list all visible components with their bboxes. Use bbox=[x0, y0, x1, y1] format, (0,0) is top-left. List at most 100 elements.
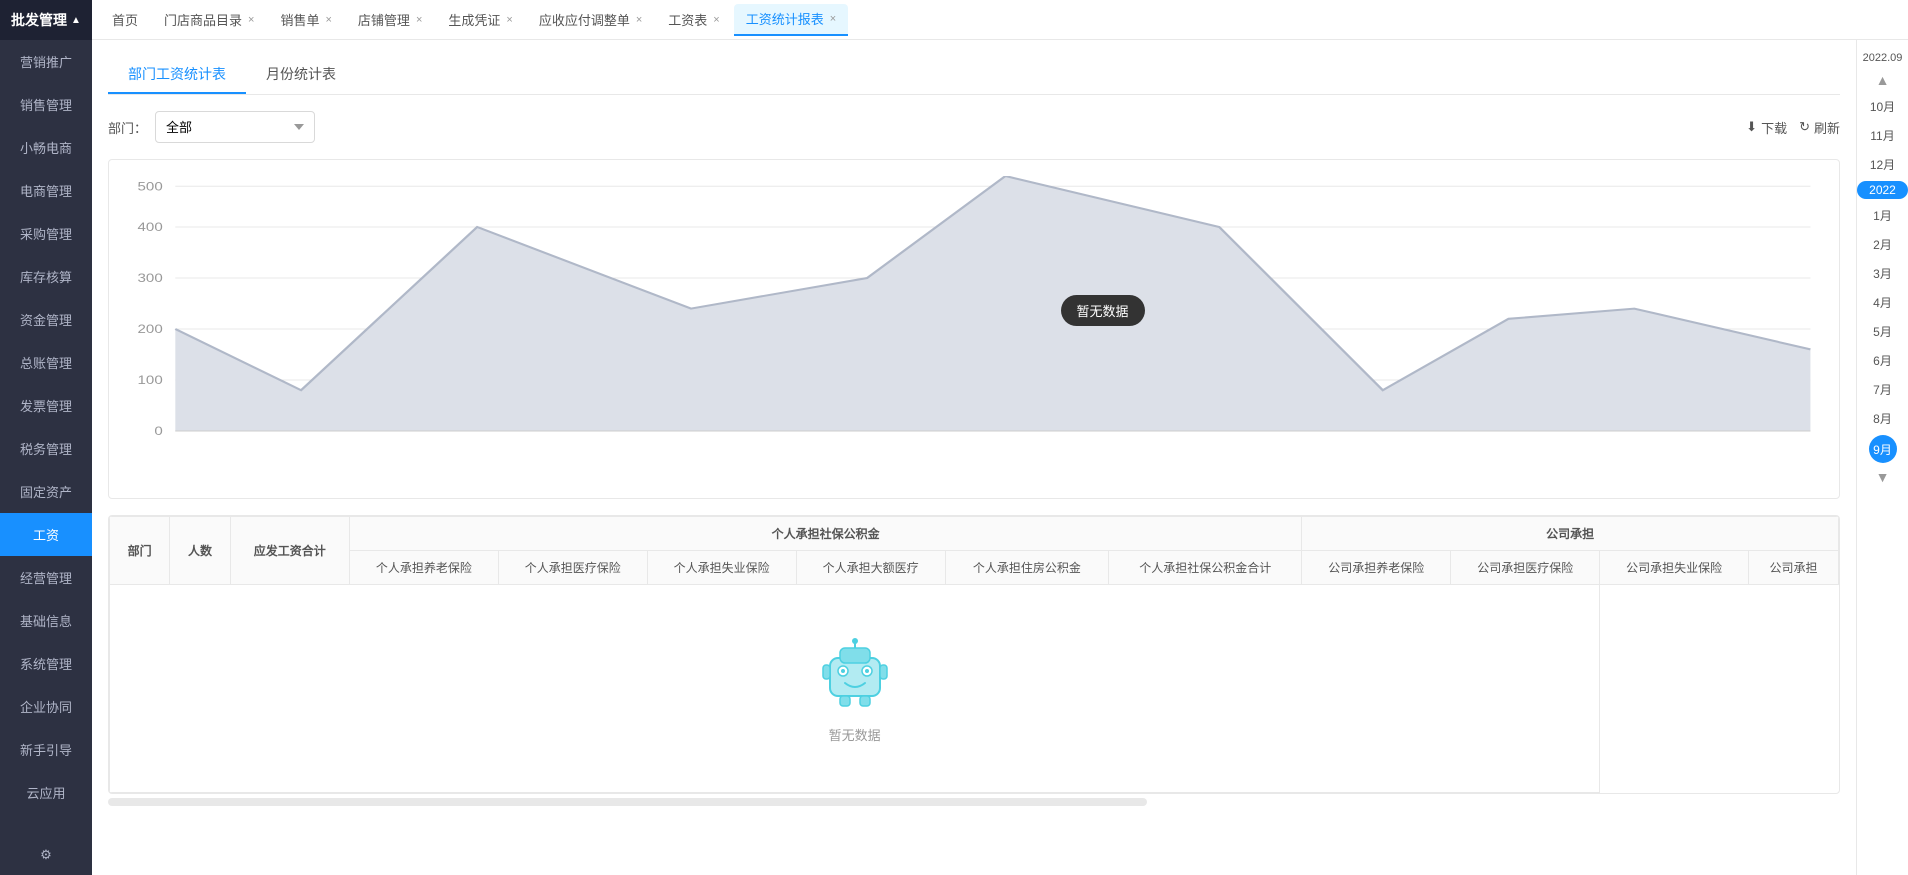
sidebar-item-营销推广[interactable]: 营销推广 bbox=[0, 40, 92, 83]
sidebar-item-销售管理[interactable]: 销售管理 bbox=[0, 83, 92, 126]
tab-close-icon[interactable]: × bbox=[636, 14, 642, 26]
sidebar-item-工资[interactable]: 工资 bbox=[0, 513, 92, 556]
date-month-3月[interactable]: 3月 bbox=[1857, 259, 1908, 288]
tab-label: 工资统计报表 bbox=[746, 9, 824, 28]
date-month-active[interactable]: 9月 bbox=[1869, 435, 1897, 463]
date-month-11月[interactable]: 11月 bbox=[1857, 121, 1908, 150]
tab-生成凭证[interactable]: 生成凭证 × bbox=[436, 4, 524, 36]
sidebar-item-经营管理[interactable]: 经营管理 bbox=[0, 556, 92, 599]
svg-text:400: 400 bbox=[138, 220, 164, 233]
toolbar: 部门： 全部 ⬇ 下载 ↻ 刷新 bbox=[108, 111, 1840, 143]
sidebar-item-总账管理[interactable]: 总账管理 bbox=[0, 341, 92, 384]
date-month-2月[interactable]: 2月 bbox=[1857, 230, 1908, 259]
content-area: 部门工资统计表月份统计表 部门： 全部 ⬇ 下载 bbox=[92, 40, 1908, 875]
tab-label: 门店商品目录 bbox=[164, 10, 242, 29]
refresh-label: 刷新 bbox=[1814, 118, 1840, 137]
col-group-company: 公司承担 bbox=[1302, 517, 1839, 551]
dept-select[interactable]: 全部 bbox=[155, 111, 315, 143]
sidebar-header[interactable]: 批发管理 ▲ bbox=[0, 0, 92, 40]
tab-label: 首页 bbox=[112, 10, 138, 29]
svg-text:500: 500 bbox=[138, 180, 164, 193]
col-company-medical: 公司承担医疗保险 bbox=[1451, 551, 1600, 585]
sidebar-title: 批发管理 bbox=[11, 10, 67, 30]
empty-text: 暂无数据 bbox=[829, 725, 881, 744]
date-month-10月[interactable]: 10月 bbox=[1857, 92, 1908, 121]
tab-label: 应收应付调整单 bbox=[539, 10, 630, 29]
date-month-5月[interactable]: 5月 bbox=[1857, 317, 1908, 346]
sidebar-item-固定资产[interactable]: 固定资产 bbox=[0, 470, 92, 513]
col-personal-medical: 个人承担医疗保险 bbox=[498, 551, 647, 585]
sidebar-item-云应用[interactable]: 云应用 bbox=[0, 771, 92, 814]
sidebar-item-发票管理[interactable]: 发票管理 bbox=[0, 384, 92, 427]
tab-销售单[interactable]: 销售单 × bbox=[268, 4, 343, 36]
date-month-7月[interactable]: 7月 bbox=[1857, 375, 1908, 404]
sidebar-item-基础信息[interactable]: 基础信息 bbox=[0, 599, 92, 642]
inner-page: 部门工资统计表月份统计表 部门： 全部 ⬇ 下载 bbox=[92, 40, 1856, 875]
col-personal-unemployment: 个人承担失业保险 bbox=[647, 551, 796, 585]
tab-label: 生成凭证 bbox=[448, 10, 500, 29]
svg-text:100: 100 bbox=[138, 373, 164, 386]
date-panel: 2022.09▲10月11月12月 2022 1月2月3月4月5月6月7月8月9月▼ bbox=[1856, 40, 1908, 875]
sidebar-item-采购管理[interactable]: 采购管理 bbox=[0, 212, 92, 255]
sidebar-footer-settings[interactable]: ⚙ bbox=[0, 835, 92, 875]
tab-close-icon[interactable]: × bbox=[830, 13, 836, 25]
tab-close-icon[interactable]: × bbox=[248, 14, 254, 26]
tab-应收应付调整单[interactable]: 应收应付调整单 × bbox=[527, 4, 654, 36]
empty-state: 暂无数据 bbox=[122, 593, 1587, 784]
sidebar-item-资金管理[interactable]: 资金管理 bbox=[0, 298, 92, 341]
svg-text:0: 0 bbox=[154, 424, 163, 437]
tab-首页[interactable]: 首页 bbox=[100, 4, 150, 36]
sub-tabs: 部门工资统计表月份统计表 bbox=[108, 56, 1840, 95]
empty-state-cell: 暂无数据 bbox=[110, 585, 1600, 793]
refresh-button[interactable]: ↻ 刷新 bbox=[1799, 118, 1840, 137]
sub-tab-部门工资统计表[interactable]: 部门工资统计表 bbox=[108, 56, 246, 94]
sidebar-arrow-icon: ▲ bbox=[71, 15, 81, 26]
sidebar-item-系统管理[interactable]: 系统管理 bbox=[0, 642, 92, 685]
sidebar-item-电商管理[interactable]: 电商管理 bbox=[0, 169, 92, 212]
tab-bar: 首页门店商品目录×销售单×店铺管理×生成凭证×应收应付调整单×工资表×工资统计报… bbox=[92, 0, 1908, 40]
date-month-1月[interactable]: 1月 bbox=[1857, 201, 1908, 230]
tab-门店商品目录[interactable]: 门店商品目录 × bbox=[152, 4, 266, 36]
chart-tooltip: 暂无数据 bbox=[1061, 295, 1145, 326]
date-nav-up[interactable]: ▲ bbox=[1872, 68, 1894, 92]
page-content: 部门工资统计表月份统计表 部门： 全部 ⬇ 下载 bbox=[92, 40, 1856, 875]
chart-svg: 0 100 200 300 400 500 bbox=[125, 176, 1823, 482]
svg-text:200: 200 bbox=[138, 322, 164, 335]
table-container: 部门 人数 应发工资合计 个人承担社保公积金 公司承担 个人承担养老保险 个人承… bbox=[108, 515, 1840, 794]
col-personal-total: 个人承担社保公积金合计 bbox=[1109, 551, 1302, 585]
main-area: 首页门店商品目录×销售单×店铺管理×生成凭证×应收应付调整单×工资表×工资统计报… bbox=[92, 0, 1908, 875]
sidebar-item-小畅电商[interactable]: 小畅电商 bbox=[0, 126, 92, 169]
tab-close-icon[interactable]: × bbox=[506, 14, 512, 26]
sidebar-item-库存核算[interactable]: 库存核算 bbox=[0, 255, 92, 298]
scroll-indicator[interactable] bbox=[108, 798, 1147, 806]
tab-工资统计报表[interactable]: 工资统计报表 × bbox=[734, 4, 848, 36]
date-month-4月[interactable]: 4月 bbox=[1857, 288, 1908, 317]
sidebar-item-新手引导[interactable]: 新手引导 bbox=[0, 728, 92, 771]
download-icon: ⬇ bbox=[1746, 119, 1757, 135]
tab-店铺管理[interactable]: 店铺管理 × bbox=[346, 4, 434, 36]
date-month-12月[interactable]: 12月 bbox=[1857, 150, 1908, 179]
tab-工资表[interactable]: 工资表 × bbox=[656, 4, 731, 36]
sidebar-item-企业协同[interactable]: 企业协同 bbox=[0, 685, 92, 728]
date-nav-down[interactable]: ▼ bbox=[1872, 465, 1894, 489]
tab-label: 工资表 bbox=[668, 10, 707, 29]
date-year-label[interactable]: 2022.09 bbox=[1861, 48, 1905, 68]
tab-close-icon[interactable]: × bbox=[325, 14, 331, 26]
sidebar-item-税务管理[interactable]: 税务管理 bbox=[0, 427, 92, 470]
tab-label: 店铺管理 bbox=[358, 10, 410, 29]
sub-tab-月份统计表[interactable]: 月份统计表 bbox=[246, 56, 356, 94]
tab-label: 销售单 bbox=[280, 10, 319, 29]
tab-close-icon[interactable]: × bbox=[713, 14, 719, 26]
col-group-personal: 个人承担社保公积金 bbox=[349, 517, 1301, 551]
download-button[interactable]: ⬇ 下载 bbox=[1746, 118, 1787, 137]
sidebar: 批发管理 ▲ 营销推广销售管理小畅电商电商管理采购管理库存核算资金管理总账管理发… bbox=[0, 0, 92, 875]
svg-text:300: 300 bbox=[138, 271, 164, 284]
col-company-unemployment: 公司承担失业保险 bbox=[1600, 551, 1749, 585]
date-month-6月[interactable]: 6月 bbox=[1857, 346, 1908, 375]
col-company-pension: 公司承担养老保险 bbox=[1302, 551, 1451, 585]
col-count: 人数 bbox=[170, 517, 230, 585]
date-year-marker[interactable]: 2022 bbox=[1857, 181, 1908, 199]
tab-close-icon[interactable]: × bbox=[416, 14, 422, 26]
date-month-8月[interactable]: 8月 bbox=[1857, 404, 1908, 433]
col-dept: 部门 bbox=[110, 517, 170, 585]
